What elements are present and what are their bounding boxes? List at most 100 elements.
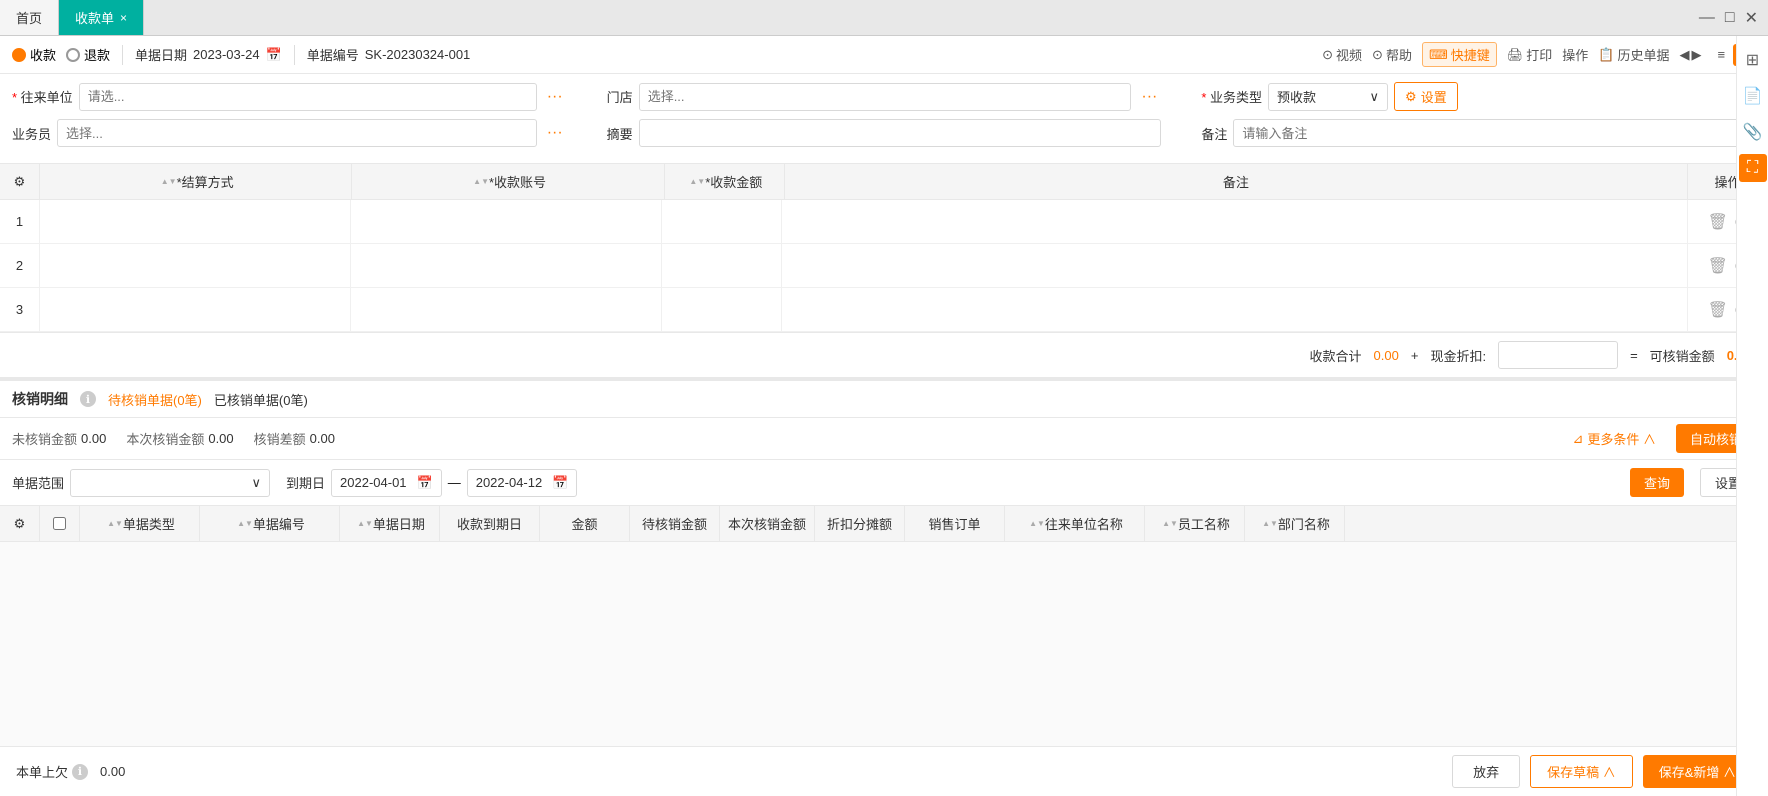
tab-home[interactable]: 首页 — [0, 0, 59, 35]
table-row: 3 🗑 ⊕ — [0, 288, 1768, 332]
divider-1 — [122, 45, 123, 65]
staff-more-btn[interactable]: ··· — [543, 124, 567, 142]
next-arrow[interactable]: ▶ — [1692, 47, 1702, 63]
discount-input[interactable] — [1498, 341, 1618, 369]
close-button[interactable]: ✕ — [1745, 8, 1758, 28]
row1-settle-input[interactable] — [46, 208, 344, 236]
row1-delete-btn[interactable]: 🗑 — [1708, 212, 1728, 232]
staff-input[interactable] — [57, 119, 537, 147]
list-view-btn[interactable]: ≡ — [1712, 44, 1732, 65]
party-input[interactable] — [79, 83, 537, 111]
wth-order-label: 销售订单 — [929, 514, 981, 533]
sidebar-clip-icon[interactable]: 📎 — [1739, 118, 1767, 146]
row3-amount-input[interactable] — [668, 296, 775, 324]
biztype-field: 业务类型 预收款 ∨ ⚙ 设置 — [1201, 82, 1756, 111]
row1-account-input[interactable] — [357, 208, 655, 236]
receipt-radio[interactable]: 收款 — [12, 45, 56, 64]
row3-settle[interactable] — [40, 288, 351, 331]
pending-tab-link[interactable]: 待核销单据(0笔) — [108, 390, 202, 409]
range-select[interactable]: ∨ — [70, 469, 270, 497]
wth-gear[interactable]: ⚙ — [0, 506, 40, 541]
summary-input[interactable] — [639, 119, 1162, 147]
row2-delete-btn[interactable]: 🗑 — [1708, 256, 1728, 276]
minimize-button[interactable]: — — [1699, 9, 1715, 27]
row3-delete-btn[interactable]: 🗑 — [1708, 300, 1728, 320]
row2-amount-input[interactable] — [668, 252, 775, 280]
sidebar-expand-icon[interactable]: ⛶ — [1739, 154, 1767, 182]
right-sidebar: ⊞ 📄 📎 ⛶ — [1736, 36, 1768, 796]
print-action[interactable]: 🖨 打印 — [1507, 45, 1553, 64]
row1-account[interactable] — [351, 200, 662, 243]
help-label: 帮助 — [1386, 45, 1412, 64]
sidebar-table-icon[interactable]: ⊞ — [1739, 46, 1767, 74]
row1-amount[interactable] — [662, 200, 782, 243]
more-conditions-btn[interactable]: ⊿ 更多条件 ∧ — [1572, 429, 1656, 448]
date-field: 单据日期 2023-03-24 📅 — [135, 45, 282, 64]
writeoff-table-header: ⚙ ▲▼ 单据类型 ▲▼ 单据编号 ▲▼ 单据日期 收款到 — [0, 506, 1768, 542]
row2-remark-input[interactable] — [788, 252, 1681, 280]
tab-close-icon[interactable]: × — [120, 11, 127, 25]
th-amount-label: *收款金额 — [705, 172, 762, 191]
writeoff-info-icon[interactable]: ℹ — [80, 391, 96, 407]
shortcut-action[interactable]: ⌨ 快捷键 — [1422, 42, 1497, 67]
note-input[interactable] — [1233, 119, 1756, 147]
row2-remark[interactable] — [782, 244, 1688, 287]
this-value: 0.00 — [208, 431, 233, 446]
row2-account-input[interactable] — [357, 252, 655, 280]
row1-amount-input[interactable] — [668, 208, 775, 236]
help-action[interactable]: ⊙ 帮助 — [1372, 45, 1412, 64]
date-to-input[interactable]: 2022-04-12 📅 — [467, 469, 578, 497]
th-gear[interactable]: ⚙ — [0, 164, 40, 199]
query-btn[interactable]: 查询 — [1630, 468, 1684, 497]
row1-settle[interactable] — [40, 200, 351, 243]
tab-receipt-label: 收款单 — [75, 8, 114, 27]
calendar-icon[interactable]: 📅 — [266, 47, 282, 63]
wth-party-label: 往来单位名称 — [1045, 514, 1123, 533]
party-more-btn[interactable]: ··· — [543, 88, 567, 106]
prev-arrow[interactable]: ◀ — [1680, 47, 1690, 63]
shortcut-label: 快捷键 — [1451, 45, 1490, 64]
row2-account[interactable] — [351, 244, 662, 287]
row3-account[interactable] — [351, 288, 662, 331]
row2-amount[interactable] — [662, 244, 782, 287]
party-label: 往来单位 — [12, 87, 73, 106]
form-row-2: 业务员 ··· 摘要 备注 — [12, 119, 1756, 147]
maximize-button[interactable]: □ — [1725, 9, 1735, 27]
bottom-info-icon[interactable]: ℹ — [72, 764, 88, 780]
wth-order: 销售订单 — [905, 506, 1005, 541]
row1-remark[interactable] — [782, 200, 1688, 243]
row3-remark-input[interactable] — [788, 296, 1681, 324]
row3-account-input[interactable] — [357, 296, 655, 324]
operations-action[interactable]: 操作 — [1562, 45, 1588, 64]
refund-radio[interactable]: 退款 — [66, 45, 110, 64]
calendar-to-icon: 📅 — [552, 475, 568, 491]
abandon-btn[interactable]: 放弃 — [1452, 755, 1520, 788]
bottom-value: 0.00 — [100, 764, 125, 779]
wth-pending-label: 待核销金额 — [642, 514, 707, 533]
writeoff-header: 核销明细 ℹ 待核销单据(0笔) 已核销单据(0笔) — [0, 381, 1768, 418]
bottom-actions: 放弃 保存草稿 ∧ 保存&新增 ∧ — [1452, 755, 1752, 788]
done-tab-link[interactable]: 已核销单据(0笔) — [214, 390, 308, 409]
save-draft-btn[interactable]: 保存草稿 ∧ — [1530, 755, 1633, 788]
th-settle: ▲▼ *结算方式 — [40, 164, 352, 199]
history-action[interactable]: 📋 历史单据 — [1598, 45, 1669, 64]
setting-btn[interactable]: ⚙ 设置 — [1394, 82, 1458, 111]
sidebar-doc-icon[interactable]: 📄 — [1739, 82, 1767, 110]
wth-staff: ▲▼ 员工名称 — [1145, 506, 1245, 541]
row2-settle[interactable] — [40, 244, 351, 287]
tab-receipt[interactable]: 收款单 × — [59, 0, 144, 35]
row3-remark[interactable] — [782, 288, 1688, 331]
wth-check[interactable] — [40, 506, 80, 541]
row3-amount[interactable] — [662, 288, 782, 331]
shop-input[interactable] — [639, 83, 1132, 111]
row2-settle-input[interactable] — [46, 252, 344, 280]
biztype-select[interactable]: 预收款 ∨ — [1268, 83, 1388, 111]
wth-staff-label: 员工名称 — [1178, 514, 1230, 533]
row3-settle-input[interactable] — [46, 296, 344, 324]
shop-more-btn[interactable]: ··· — [1137, 88, 1161, 106]
select-all-checkbox[interactable] — [53, 517, 66, 530]
date-from-input[interactable]: 2022-04-01 📅 — [331, 469, 442, 497]
video-action[interactable]: ⊙ 视频 — [1322, 45, 1362, 64]
row1-remark-input[interactable] — [788, 208, 1681, 236]
summary-label: 摘要 — [607, 124, 633, 143]
